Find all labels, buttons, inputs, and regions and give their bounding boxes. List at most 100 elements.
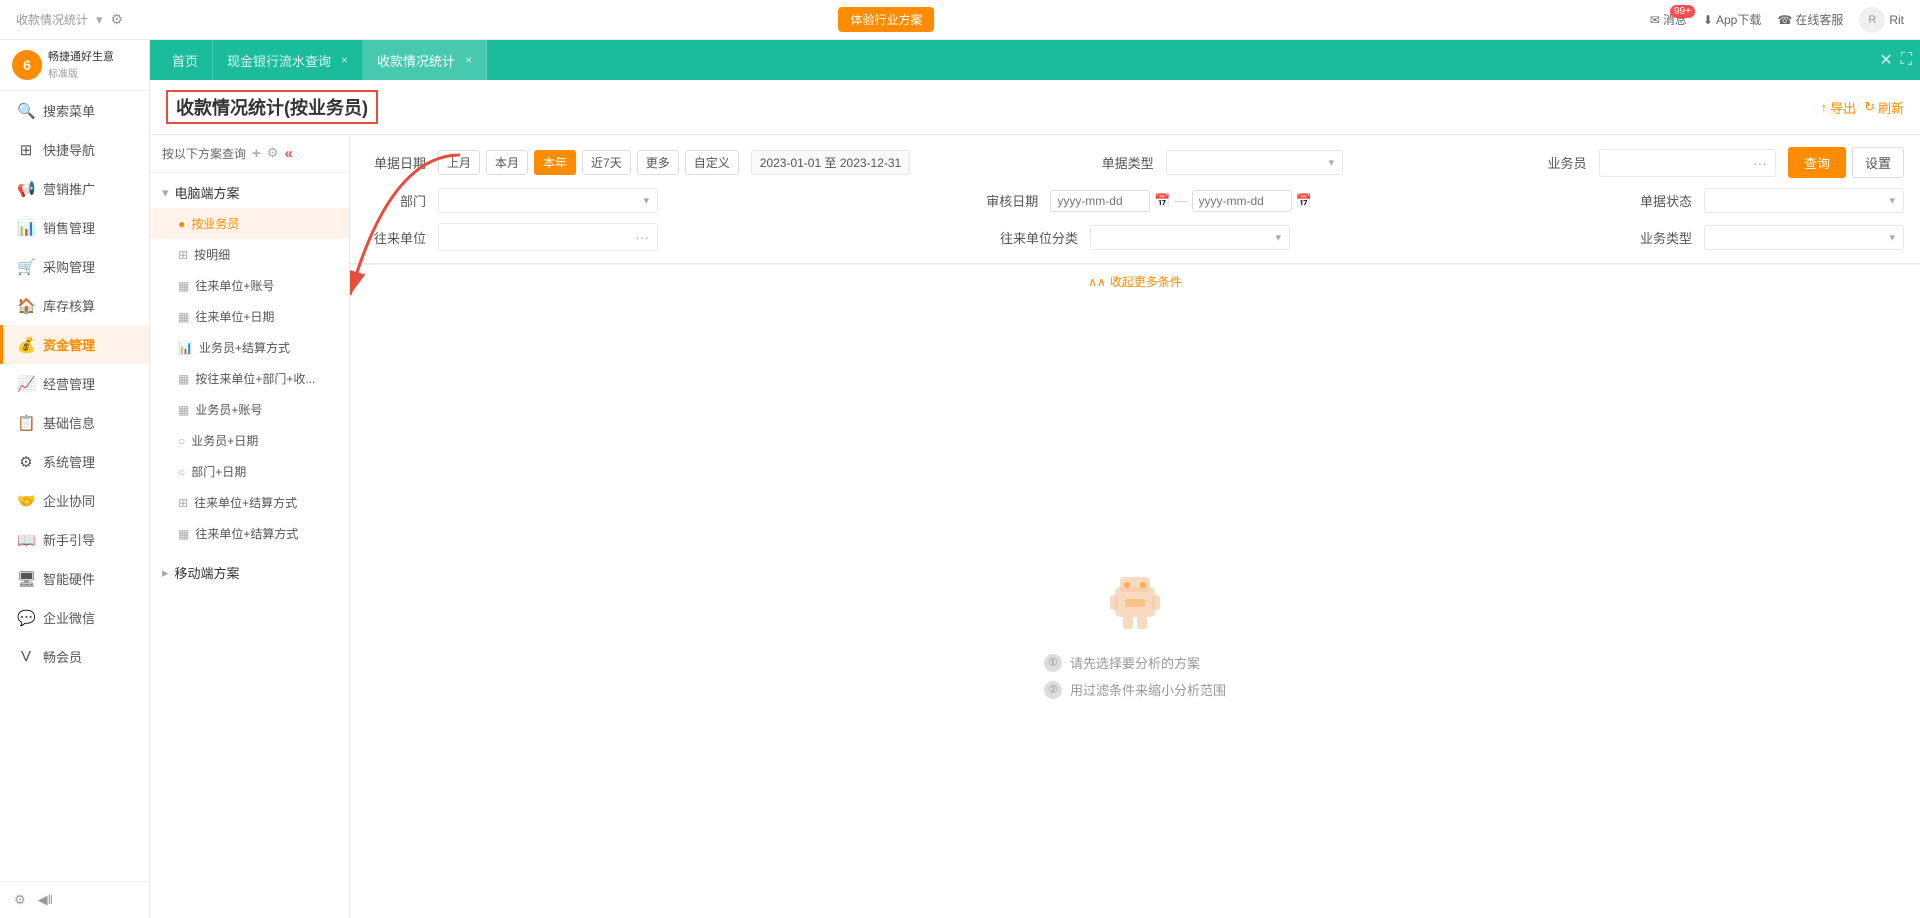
user-avatar[interactable]: R Rit xyxy=(1859,7,1904,33)
tab-home[interactable]: 首页 xyxy=(158,40,213,80)
marketing-icon: 📢 xyxy=(17,180,35,198)
sidebar-item-quicknav[interactable]: ⊞ 快捷导航 xyxy=(0,130,149,169)
doctype-select[interactable]: ▾ xyxy=(1166,150,1343,175)
dept-label: 部门 xyxy=(366,191,426,210)
enterprise-icon: 🤝 xyxy=(17,492,35,510)
partner-ellipsis-icon[interactable]: ··· xyxy=(635,229,649,245)
collapse-sidebar-icon[interactable]: ◀‖ xyxy=(38,892,53,908)
settings-btn[interactable]: 设置 xyxy=(1852,147,1904,178)
cal-icon-from[interactable]: 📅 xyxy=(1154,193,1170,209)
dept-select[interactable]: ▾ xyxy=(438,188,658,213)
close-window-icon[interactable]: ✕ xyxy=(1879,50,1892,70)
sidebar-item-marketing[interactable]: 📢 营销推广 xyxy=(0,169,149,208)
gear-icon[interactable]: ⚙ xyxy=(111,11,124,28)
sidebar-item-search[interactable]: 🔍 搜索菜单 xyxy=(0,91,149,130)
trial-btn[interactable]: 体验行业方案 xyxy=(838,7,934,32)
tab-receipt-close[interactable]: × xyxy=(465,53,472,67)
export-btn[interactable]: ↑ 导出 xyxy=(1821,98,1857,117)
sidebar-item-sales[interactable]: 📊 销售管理 xyxy=(0,208,149,247)
date-btn-this-year[interactable]: 本年 xyxy=(534,150,576,175)
sidebar-item-operations[interactable]: 📈 经营管理 xyxy=(0,364,149,403)
partner-label: 往来单位 xyxy=(366,228,426,247)
hardware-icon: 🖥 xyxy=(17,570,35,588)
sidebar-item-wechat[interactable]: 💬 企业微信 xyxy=(0,598,149,637)
sidebar-label-enterprise: 企业协同 xyxy=(43,491,95,510)
collapse-scheme-icon[interactable]: « xyxy=(284,145,292,162)
audit-date-range: 📅 — 📅 xyxy=(1050,190,1311,212)
sidebar-item-basics[interactable]: 📋 基础信息 xyxy=(0,403,149,442)
sidebar-item-system[interactable]: ⚙ 系统管理 xyxy=(0,442,149,481)
docstatus-label: 单据状态 xyxy=(1632,191,1692,210)
chevron-down-icon[interactable]: ▾ xyxy=(96,12,103,28)
empty-tip-1: ① 请先选择要分析的方案 xyxy=(1044,653,1226,672)
scheme-header-title: 按以下方案查询 xyxy=(162,145,246,162)
settings-bottom-icon[interactable]: ⚙ xyxy=(14,892,26,908)
maximize-icon[interactable]: ⛶ xyxy=(1901,51,1912,69)
chevron-down-icon: ▾ xyxy=(1329,156,1335,169)
scheme-item-6[interactable]: ▦ 业务员+账号 xyxy=(150,394,349,425)
sidebar: 6 畅捷通好生意 标准版 🔍 搜索菜单 ⊞ 快捷导航 📢 营销推广 📊 销售管理… xyxy=(0,40,150,918)
scheme-item-1[interactable]: ⊞ 按明细 xyxy=(150,239,349,270)
scheme-item-9[interactable]: ⊞ 往来单位+结算方式 xyxy=(150,487,349,518)
chevron-down-dept-icon: ▾ xyxy=(643,194,649,207)
scheme-item-10[interactable]: ▦ 往来单位+结算方式 xyxy=(150,518,349,549)
sidebar-item-finance[interactable]: 💰 资金管理 xyxy=(0,325,149,364)
sidebar-item-member[interactable]: V 畅会员 xyxy=(0,637,149,676)
sidebar-item-guide[interactable]: 📖 新手引导 xyxy=(0,520,149,559)
sidebar-item-inventory[interactable]: 🏠 库存核算 xyxy=(0,286,149,325)
sidebar-item-hardware[interactable]: 🖥 智能硬件 xyxy=(0,559,149,598)
date-btn-last-month[interactable]: 上月 xyxy=(438,150,480,175)
sidebar-label-purchase: 采购管理 xyxy=(43,257,95,276)
date-btn-more[interactable]: 更多 xyxy=(637,150,679,175)
query-btn[interactable]: 查询 xyxy=(1788,147,1846,178)
collapse-btn[interactable]: ∧∧ 收起更多条件 xyxy=(350,264,1920,298)
app-download[interactable]: ⬇ App下载 xyxy=(1703,11,1761,28)
headset-icon: ☎ xyxy=(1777,13,1792,27)
scheme-item-7[interactable]: ○ 业务员+日期 xyxy=(150,425,349,456)
tab-bank-close[interactable]: × xyxy=(341,53,348,67)
scheme-item-2[interactable]: ▦ 往来单位+账号 xyxy=(150,270,349,301)
partner-category-select[interactable]: ▾ xyxy=(1090,225,1290,250)
add-scheme-icon[interactable]: + xyxy=(252,145,261,162)
tab-bank[interactable]: 现金银行流水查询 × xyxy=(213,40,363,80)
sidebar-item-purchase[interactable]: 🛒 采购管理 xyxy=(0,247,149,286)
settings-scheme-icon[interactable]: ⚙ xyxy=(267,145,279,162)
scheme-item-icon-9: ⊞ xyxy=(178,496,188,510)
audit-date-to[interactable] xyxy=(1192,190,1292,212)
partner-select[interactable]: ··· xyxy=(438,223,658,251)
scheme-item-icon-1: ⊞ xyxy=(178,248,188,262)
docstatus-select[interactable]: ▾ xyxy=(1704,188,1904,213)
scheme-item-3[interactable]: ▦ 往来单位+日期 xyxy=(150,301,349,332)
sidebar-label-operations: 经营管理 xyxy=(43,374,95,393)
filter-row-3: 往来单位 ··· 往来单位分类 ▾ xyxy=(366,223,1904,251)
scheme-group-mobile-title[interactable]: ▸ 移动端方案 xyxy=(150,557,349,588)
scheme-item-label-1: 按明细 xyxy=(194,246,230,263)
date-btn-this-month[interactable]: 本月 xyxy=(486,150,528,175)
scheme-item-icon-5: ▦ xyxy=(178,372,189,386)
scheme-item-8[interactable]: ○ 部门+日期 xyxy=(150,456,349,487)
scheme-item-icon-7: ○ xyxy=(178,434,185,448)
salesman-select[interactable]: ··· xyxy=(1599,149,1776,177)
messages-area[interactable]: ✉ 消息 99+ xyxy=(1650,11,1687,28)
content-wrapper: 按以下方案查询 + ⚙ « ▾ 电脑端方案 xyxy=(150,135,1920,918)
biztype-select[interactable]: ▾ xyxy=(1704,225,1904,250)
scheme-item-label-0: 按业务员 xyxy=(191,215,239,232)
empty-tip-2: ② 用过滤条件来缩小分析范围 xyxy=(1044,680,1226,699)
ellipsis-icon[interactable]: ··· xyxy=(1753,155,1767,171)
scheme-item-4[interactable]: 📊 业务员+结算方式 xyxy=(150,332,349,363)
refresh-btn[interactable]: ↻ 刷新 xyxy=(1864,98,1904,117)
scheme-item-5[interactable]: ▦ 按往来单位+部门+收... xyxy=(150,363,349,394)
sidebar-item-enterprise[interactable]: 🤝 企业协同 xyxy=(0,481,149,520)
scheme-group-desktop-title[interactable]: ▾ 电脑端方案 xyxy=(150,177,349,208)
date-btn-7days[interactable]: 近7天 xyxy=(582,150,631,175)
guide-icon: 📖 xyxy=(17,531,35,549)
scheme-item-icon-6: ▦ xyxy=(178,403,189,417)
date-btn-custom[interactable]: 自定义 xyxy=(685,150,739,175)
scheme-item-0[interactable]: ● 按业务员 xyxy=(150,208,349,239)
scheme-item-label-2: 往来单位+账号 xyxy=(195,277,274,294)
audit-date-from[interactable] xyxy=(1050,190,1150,212)
tab-receipt[interactable]: 收款情况统计 × xyxy=(363,40,487,80)
page-area: 收款情况统计(按业务员) ↑ 导出 ↻ 刷新 按以下方 xyxy=(150,80,1920,918)
cal-icon-to[interactable]: 📅 xyxy=(1296,193,1312,209)
online-service[interactable]: ☎ 在线客服 xyxy=(1777,11,1843,28)
